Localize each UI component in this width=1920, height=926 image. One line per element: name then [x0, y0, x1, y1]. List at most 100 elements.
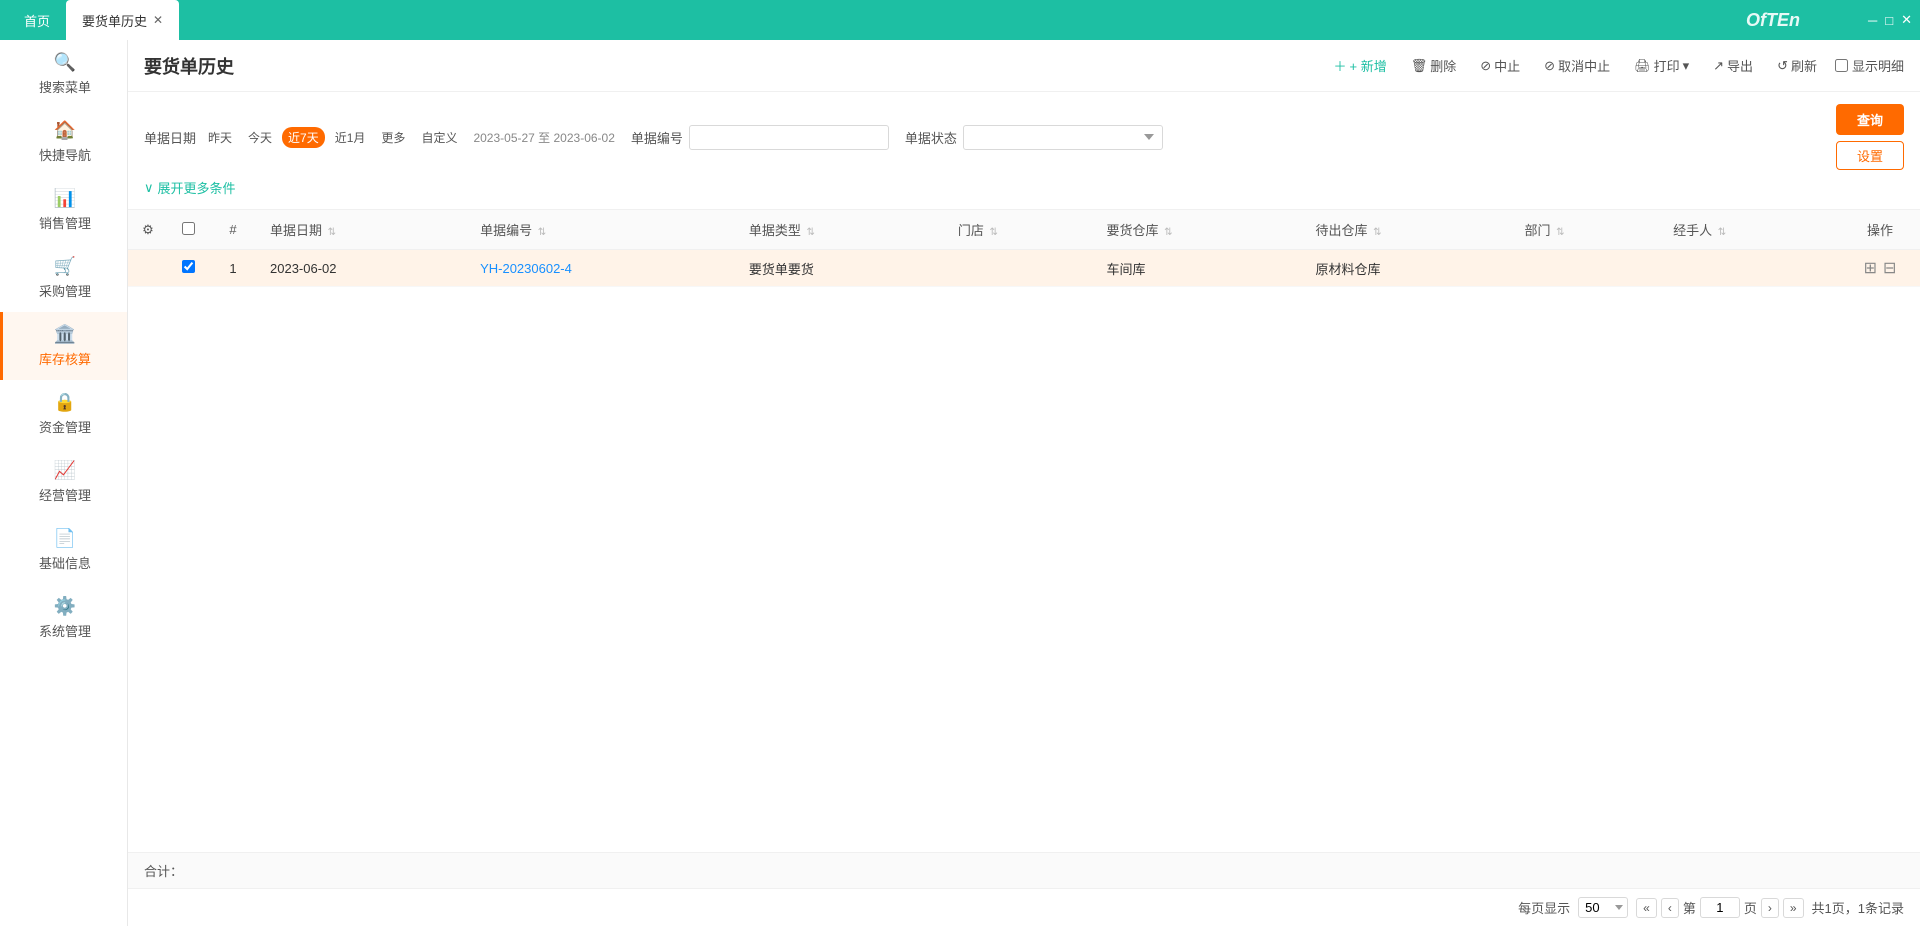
date-btn-today[interactable]: 今天	[242, 127, 278, 148]
export-icon: ↗	[1713, 58, 1724, 74]
minimize-icon[interactable]: ─	[1868, 13, 1877, 28]
row-doc-date: 2023-06-02	[270, 261, 337, 276]
col-action-label: 操作	[1867, 223, 1893, 238]
expand-more-button[interactable]: ∨ 展开更多条件	[144, 178, 1904, 197]
sidebar-item-purchase[interactable]: 🛒 采购管理	[0, 244, 127, 312]
select-all-checkbox[interactable]	[182, 222, 195, 235]
sort-doc-type-icon[interactable]: ⇅	[807, 227, 815, 238]
page-navigation: « ‹ 第 页 › »	[1636, 897, 1803, 918]
row-doc-date-cell: 2023-06-02	[258, 250, 468, 287]
new-button[interactable]: ＋ + 新增	[1327, 52, 1392, 79]
sidebar-label-basic-info: 基础信息	[39, 553, 91, 572]
sidebar-item-basic-info[interactable]: 📄 基础信息	[0, 516, 127, 584]
filter-date-label: 单据日期	[144, 128, 196, 147]
tab-requisition-history[interactable]: 要货单历史 ✕	[66, 0, 179, 40]
sidebar-item-inventory[interactable]: 🏛️ 库存核算	[0, 312, 127, 380]
row-doc-type: 要货单要货	[749, 262, 814, 277]
prev-page-button[interactable]: ‹	[1661, 898, 1679, 918]
col-number-header: #	[208, 210, 258, 250]
sort-handler-icon[interactable]: ⇅	[1718, 227, 1726, 238]
content-area: 要货单历史 ＋ + 新增 🗑 删除 ⊘ 中止 ⊘	[128, 40, 1920, 926]
close-icon[interactable]: ✕	[1901, 12, 1912, 28]
col-handler-label: 经手人	[1673, 223, 1712, 238]
filter-area: 单据日期 昨天 今天 近7天 近1月 更多 自定义 2023-05-27 至 2…	[128, 92, 1920, 210]
top-bar: 首页 要货单历史 ✕ OfTEn ─ □ ✕	[0, 0, 1920, 40]
sidebar-item-quick-nav[interactable]: 🏠 快捷导航	[0, 108, 127, 176]
print-button[interactable]: 🖨 打印 ▾	[1628, 52, 1695, 79]
settings-col-icon[interactable]: ⚙	[142, 222, 154, 237]
new-label: + 新增	[1349, 56, 1386, 75]
col-handler-header: 经手人 ⇅	[1661, 210, 1840, 250]
finance-icon: 🔒	[54, 392, 76, 413]
row-checkbox-cell	[168, 250, 208, 287]
sort-department-icon[interactable]: ⇅	[1556, 227, 1564, 238]
tab-close-icon[interactable]: ✕	[153, 13, 163, 27]
date-btn-1month[interactable]: 近1月	[329, 127, 372, 148]
show-detail-checkbox[interactable]	[1835, 59, 1848, 72]
system-icon: ⚙️	[54, 596, 76, 617]
date-btn-7days[interactable]: 近7天	[282, 127, 325, 148]
expand-more-label: 展开更多条件	[158, 178, 236, 197]
stop-label: 中止	[1494, 56, 1520, 75]
query-button[interactable]: 查询	[1836, 104, 1904, 135]
sort-req-warehouse-icon[interactable]: ⇅	[1164, 227, 1172, 238]
col-doc-date-label: 单据日期	[270, 223, 322, 238]
row-edit-icon[interactable]: ⊞	[1864, 258, 1877, 278]
doc-status-select[interactable]	[963, 125, 1163, 150]
refresh-icon: ↺	[1777, 58, 1788, 74]
footer-summary-label: 合计：	[144, 861, 183, 880]
cancel-stop-icon: ⊘	[1544, 58, 1555, 74]
sort-store-icon[interactable]: ⇅	[990, 227, 998, 238]
doc-number-input[interactable]	[689, 125, 889, 150]
sidebar-item-search-menu[interactable]: 🔍 搜索菜单	[0, 40, 127, 108]
sort-doc-date-icon[interactable]: ⇅	[328, 227, 336, 238]
page-title: 要货单历史	[144, 53, 234, 79]
show-detail-label: 显示明细	[1852, 56, 1904, 75]
sidebar-label-ops: 经营管理	[39, 485, 91, 504]
refresh-label: 刷新	[1791, 56, 1817, 75]
sidebar-label-inventory: 库存核算	[39, 349, 91, 368]
export-button[interactable]: ↗ 导出	[1707, 52, 1759, 79]
row-more-icon[interactable]: ⊟	[1883, 258, 1896, 278]
col-store-label: 门店	[958, 223, 984, 238]
last-page-button[interactable]: »	[1783, 898, 1804, 918]
settings-button[interactable]: 设置	[1836, 141, 1904, 170]
row-doc-type-cell: 要货单要货	[737, 250, 946, 287]
next-page-button[interactable]: ›	[1761, 898, 1779, 918]
tab-requisition-label: 要货单历史	[82, 11, 147, 30]
row-doc-number-link[interactable]: YH-20230602-4	[480, 261, 572, 276]
sidebar-item-system[interactable]: ⚙️ 系统管理	[0, 584, 127, 652]
date-btn-more[interactable]: 更多	[375, 127, 411, 148]
date-btn-yesterday[interactable]: 昨天	[202, 127, 238, 148]
page-size-label: 每页显示	[1518, 898, 1570, 917]
sidebar-item-ops[interactable]: 📈 经营管理	[0, 448, 127, 516]
sidebar-item-sales[interactable]: 📊 销售管理	[0, 176, 127, 244]
basic-info-icon: 📄	[54, 528, 76, 549]
date-range-text: 2023-05-27 至 2023-06-02	[473, 129, 614, 146]
sort-pending-warehouse-icon[interactable]: ⇅	[1373, 227, 1381, 238]
date-btn-custom[interactable]: 自定义	[415, 127, 463, 148]
total-info: 共1页，1条记录	[1812, 898, 1904, 917]
row-checkbox[interactable]	[182, 260, 195, 273]
refresh-button[interactable]: ↺ 刷新	[1771, 52, 1823, 79]
stop-button[interactable]: ⊘ 中止	[1474, 52, 1526, 79]
export-label: 导出	[1727, 56, 1753, 75]
sort-doc-number-icon[interactable]: ⇅	[538, 227, 546, 238]
maximize-icon[interactable]: □	[1885, 13, 1893, 28]
delete-button[interactable]: 🗑 删除	[1405, 52, 1463, 79]
row-req-warehouse: 车间库	[1107, 262, 1146, 277]
row-number: 1	[229, 261, 236, 276]
tab-home[interactable]: 首页	[8, 0, 66, 40]
sidebar: 🔍 搜索菜单 🏠 快捷导航 📊 销售管理 🛒 采购管理 🏛️ 库存核算 🔒 资金…	[0, 40, 128, 926]
page-size-select[interactable]: 50 20 100	[1578, 897, 1628, 918]
page-input[interactable]	[1700, 897, 1740, 918]
first-page-button[interactable]: «	[1636, 898, 1657, 918]
purchase-icon: 🛒	[54, 256, 76, 277]
table-row: 1 2023-06-02 YH-20230602-4 要货单要货	[128, 250, 1920, 287]
cancel-stop-button[interactable]: ⊘ 取消中止	[1538, 52, 1616, 79]
table-header-row: ⚙ # 单据日期 ⇅ 单据编号	[128, 210, 1920, 250]
show-detail-toggle[interactable]: 显示明细	[1835, 56, 1904, 75]
sidebar-item-finance[interactable]: 🔒 资金管理	[0, 380, 127, 448]
row-req-warehouse-cell: 车间库	[1095, 250, 1304, 287]
row-doc-number-cell: YH-20230602-4	[468, 250, 737, 287]
